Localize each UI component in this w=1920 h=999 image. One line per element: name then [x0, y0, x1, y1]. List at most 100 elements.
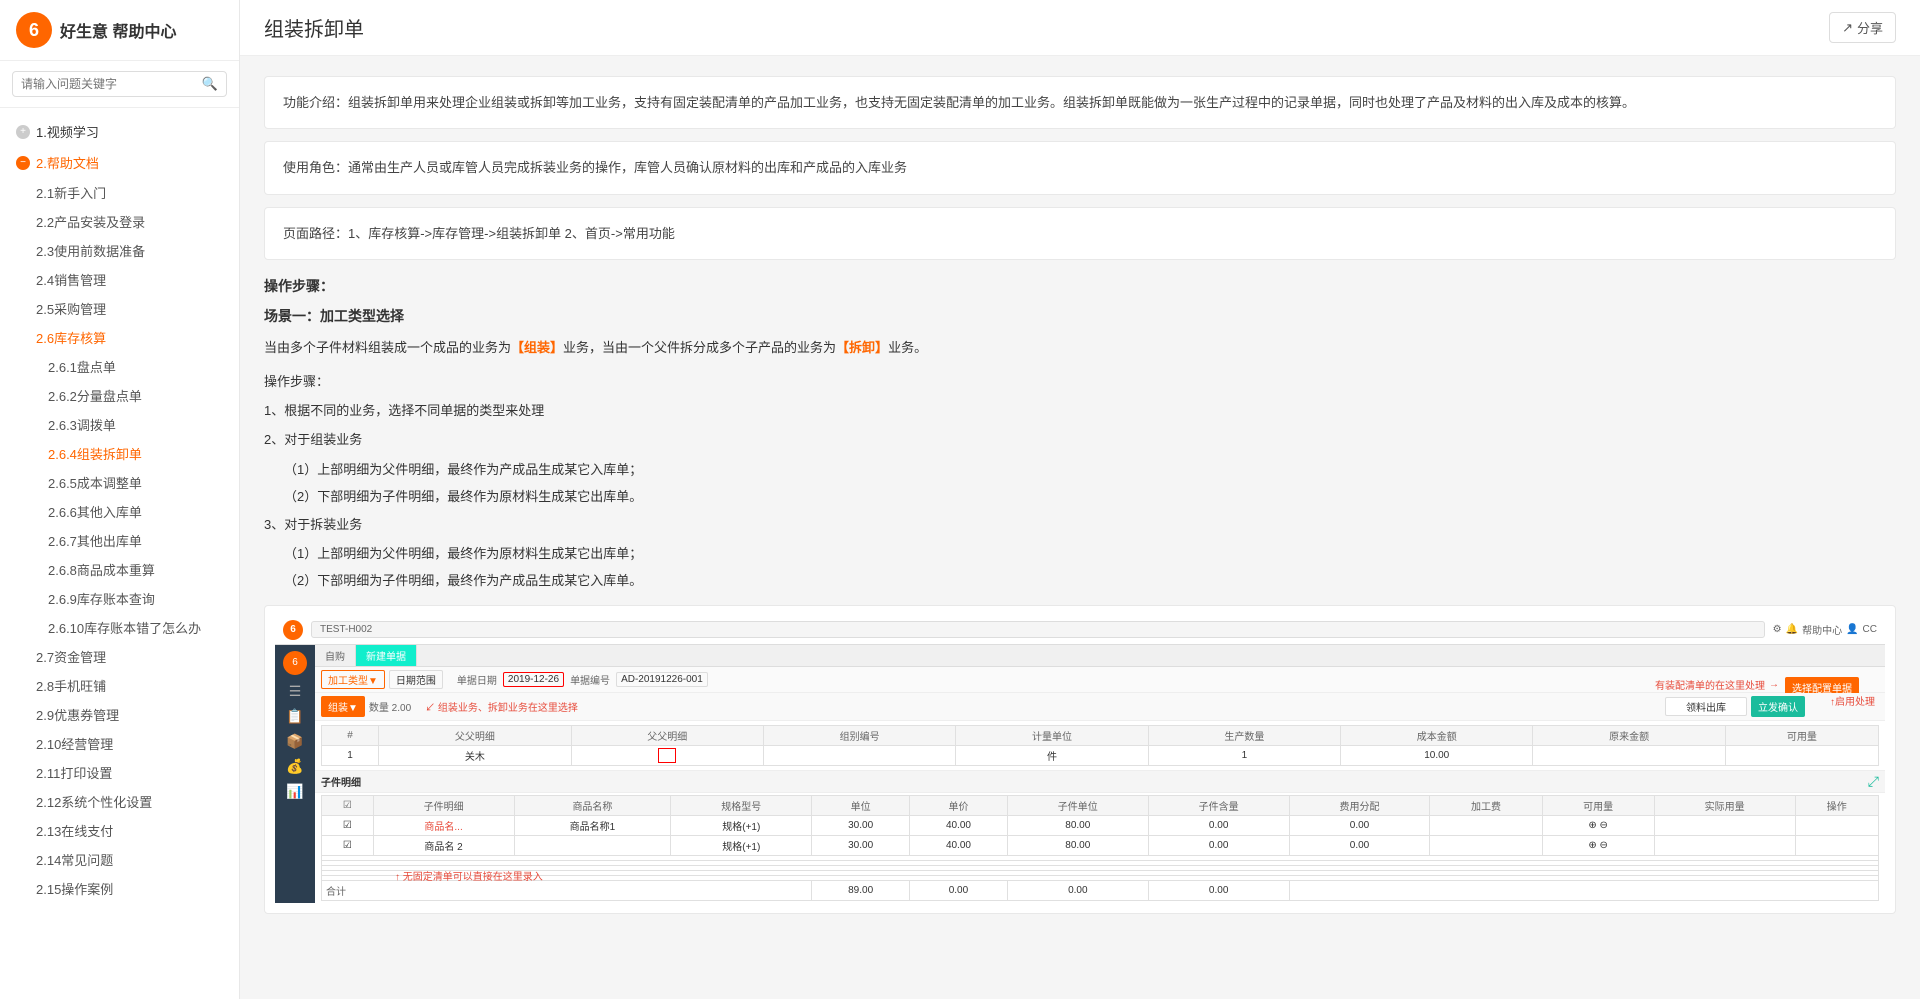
- content-area: 功能介绍：组装拆卸单用来处理企业组装或拆卸等加工业务，支持有固定装配清单的产品加…: [240, 56, 1920, 999]
- sim-ltd-al1: 0.00: [1289, 815, 1430, 835]
- sidebar-item-other-out[interactable]: 2.6.7其他出库单: [0, 526, 239, 555]
- sim-order-label: 单据编号: [570, 672, 610, 687]
- step1: 1、根据不同的业务，选择不同单据的类型来处理: [264, 399, 1896, 422]
- sim-lth-name: 商品名称: [514, 795, 671, 815]
- sim-text: CC: [1863, 624, 1877, 635]
- sim-annotation-top-text: 有装配清单的在这里处理: [1655, 677, 1765, 692]
- sim-lth-sub-unit: 子件单位: [1007, 795, 1148, 815]
- sim-help-icon: 帮助中心: [1802, 622, 1842, 637]
- sim-ltd-sub2: 商品名 2: [373, 835, 514, 855]
- sim-date-label: 单据日期: [457, 672, 497, 687]
- sim-ltd-name1: 商品名称1: [514, 815, 671, 835]
- sidebar-item-video[interactable]: + 1.视频学习: [0, 116, 239, 147]
- sim-th-seq: #: [322, 725, 379, 745]
- nav-section-2: − 2.帮助文档 2.1新手入门 2.2产品安装及登录 2.3使用前数据准备 2…: [0, 147, 239, 903]
- sidebar-item-assembly[interactable]: 2.6.4组装拆卸单: [0, 439, 239, 468]
- sim-upper-table-area: # 父父明细 父父明细 组别编号 计量单位 生产数量 成本金额 原来金额 可用量: [315, 721, 1885, 770]
- sidebar-item-stock-fix[interactable]: 2.6.10库存账本错了怎么办: [0, 613, 239, 642]
- sidebar-item-cases[interactable]: 2.15操作案例: [0, 874, 239, 903]
- sim-ltd-act1: [1654, 815, 1795, 835]
- sim-upper-table: # 父父明细 父父明细 组别编号 计量单位 生产数量 成本金额 原来金额 可用量: [321, 725, 1879, 766]
- sim-settings-icon: ⚙: [1773, 624, 1782, 635]
- role-text: 使用角色：通常由生产人员或库管人员完成拆装业务的操作，库管人员确认原材料的出库和…: [283, 160, 907, 175]
- sim-ltd-price2: 40.00: [910, 835, 1008, 855]
- sim-ltd-con2: 0.00: [1148, 835, 1289, 855]
- scene1-heading: 场景一：加工类型选择: [264, 308, 404, 324]
- step2-sub2: （2）下部明细为子件明细，最终作为原材料生成某它出库单。: [264, 485, 1896, 508]
- sim-th-group: 组别编号: [763, 725, 955, 745]
- sidebar-item-finance[interactable]: 2.7资金管理: [0, 642, 239, 671]
- sim-lower-row-2: ☑ 商品名 2 规格(+1) 30.00 40.00 80.00 0.00 0: [322, 835, 1879, 855]
- sim-app-tabs: 自购 新建单据: [315, 645, 1885, 667]
- screenshot-container: 6 TEST-H002 ⚙ 🔔 帮助中心 👤 CC 6 ☰: [264, 605, 1896, 914]
- sim-ltd-fee2: [1430, 835, 1542, 855]
- sidebar-item-docs[interactable]: − 2.帮助文档: [0, 147, 239, 178]
- sim-toolbar-left: 加工类型▼ 日期范围: [321, 670, 443, 689]
- sim-ltd-con1: 0.00: [1148, 815, 1289, 835]
- intro-text: 功能介绍：组装拆卸单用来处理企业组装或拆卸等加工业务，支持有固定装配清单的产品加…: [283, 95, 1635, 110]
- sidebar-item-stocktake[interactable]: 2.6.1盘点单: [0, 352, 239, 381]
- sim-stockout-field: 领料出库: [1665, 697, 1747, 716]
- sim-th-parent2: 父父明细: [571, 725, 763, 745]
- sim-add-btn: 加工类型▼: [321, 670, 385, 689]
- sim-red-field: [658, 748, 676, 763]
- sim-lth-price: 单价: [910, 795, 1008, 815]
- sidebar-item-purchase[interactable]: 2.5采购管理: [0, 294, 239, 323]
- sidebar-item-install[interactable]: 2.2产品安装及登录: [0, 207, 239, 236]
- sim-th-orig: 原来金额: [1533, 725, 1725, 745]
- sim-ltd-av1: ⊕ ⊖: [1542, 815, 1654, 835]
- sim-ltd-check1: ☑: [322, 815, 374, 835]
- sidebar-item-coupon[interactable]: 2.9优惠券管理: [0, 700, 239, 729]
- sidebar-item-system[interactable]: 2.12系统个性化设置: [0, 787, 239, 816]
- sim-nav-icons: ⚙ 🔔 帮助中心 👤 CC: [1773, 622, 1877, 637]
- sim-annotation-middle: ↙ 组装业务、拆卸业务在这里选择: [425, 699, 578, 714]
- sim-nav-icon3: 📦: [286, 733, 303, 750]
- sim-date-field: 2019-12-26: [503, 672, 564, 687]
- sim-lth-sub: 子件明细: [373, 795, 514, 815]
- sidebar-item-faq[interactable]: 2.14常见问题: [0, 845, 239, 874]
- sidebar-item-other-in[interactable]: 2.6.6其他入库单: [0, 497, 239, 526]
- sidebar-item-cost-adjust[interactable]: 2.6.5成本调整单: [0, 468, 239, 497]
- sim-annotation-top: 有装配清单的在这里处理 →: [1655, 677, 1779, 692]
- sim-ltd-su2: 80.00: [1007, 835, 1148, 855]
- scene1-heading-block: 场景一：加工类型选择: [264, 306, 1896, 326]
- sim-annotation-right: ↑启用处理: [1830, 693, 1875, 708]
- sidebar-item-operation[interactable]: 2.10经营管理: [0, 729, 239, 758]
- sidebar-item-stock-ledger[interactable]: 2.6.9库存账本查询: [0, 584, 239, 613]
- sidebar-item-inventory[interactable]: 2.6库存核算: [0, 323, 239, 352]
- sim-form-fields: 单据日期 2019-12-26 单据编号 AD-20191226-001: [457, 672, 708, 687]
- sim-address-bar: TEST-H002: [311, 621, 1765, 638]
- search-box[interactable]: 🔍: [12, 71, 227, 97]
- sim-ltd-unit2: 30.00: [812, 835, 910, 855]
- sidebar-item-partial-stock[interactable]: 2.6.2分量盘点单: [0, 381, 239, 410]
- sidebar-item-print[interactable]: 2.11打印设置: [0, 758, 239, 787]
- sim-ltd-check2: ☑: [322, 835, 374, 855]
- nav-section-1: + 1.视频学习: [0, 116, 239, 147]
- sidebar-item-payment[interactable]: 2.13在线支付: [0, 816, 239, 845]
- sidebar-item-data-prep[interactable]: 2.3使用前数据准备: [0, 236, 239, 265]
- sim-td-name: 关木: [379, 745, 571, 765]
- sim-lth-actual: 实际用量: [1654, 795, 1795, 815]
- sidebar-item-cost-recalc[interactable]: 2.6.8商品成本重算: [0, 555, 239, 584]
- sidebar-item-sales[interactable]: 2.4销售管理: [0, 265, 239, 294]
- sidebar-item-mobile[interactable]: 2.8手机旺铺: [0, 671, 239, 700]
- sim-assembly-btn: 组装▼: [321, 696, 365, 717]
- sim-ltd-price1: 40.00: [910, 815, 1008, 835]
- sim-ltd-spec2: 规格(+1): [671, 835, 812, 855]
- sim-toolbar: 加工类型▼ 日期范围 单据日期 2019-12-26 单据编号 AD-20191…: [315, 667, 1885, 693]
- intro-block: 功能介绍：组装拆卸单用来处理企业组装或拆卸等加工业务，支持有固定装配清单的产品加…: [264, 76, 1896, 129]
- sim-lower-header-row: ☑ 子件明细 商品名称 规格型号 单位 单价 子件单位 子件含量 费用分配: [322, 795, 1879, 815]
- sidebar-item-transfer[interactable]: 2.6.3调拨单: [0, 410, 239, 439]
- sidebar-item-label: 2.帮助文档: [36, 153, 99, 172]
- sidebar: 6 好生意 帮助中心 🔍 + 1.视频学习 − 2.帮助文档 2.1新手入门 2…: [0, 0, 240, 999]
- topbar: 组装拆卸单 ↗ 分享: [240, 0, 1920, 56]
- search-icon[interactable]: 🔍: [202, 76, 218, 92]
- path-text: 页面路径：1、库存核算->库存管理->组装拆卸单 2、首页->常用功能: [283, 226, 675, 241]
- share-button[interactable]: ↗ 分享: [1829, 12, 1896, 43]
- sim-lower-table-area: ☑ 子件明细 商品名称 规格型号 单位 单价 子件单位 子件含量 费用分配: [315, 793, 1885, 903]
- sim-ltd-fee1: [1430, 815, 1542, 835]
- sim-order-field: AD-20191226-001: [616, 672, 708, 687]
- search-input[interactable]: [21, 77, 202, 91]
- sidebar-item-newbie[interactable]: 2.1新手入门: [0, 178, 239, 207]
- logo-icon: 6: [16, 12, 52, 48]
